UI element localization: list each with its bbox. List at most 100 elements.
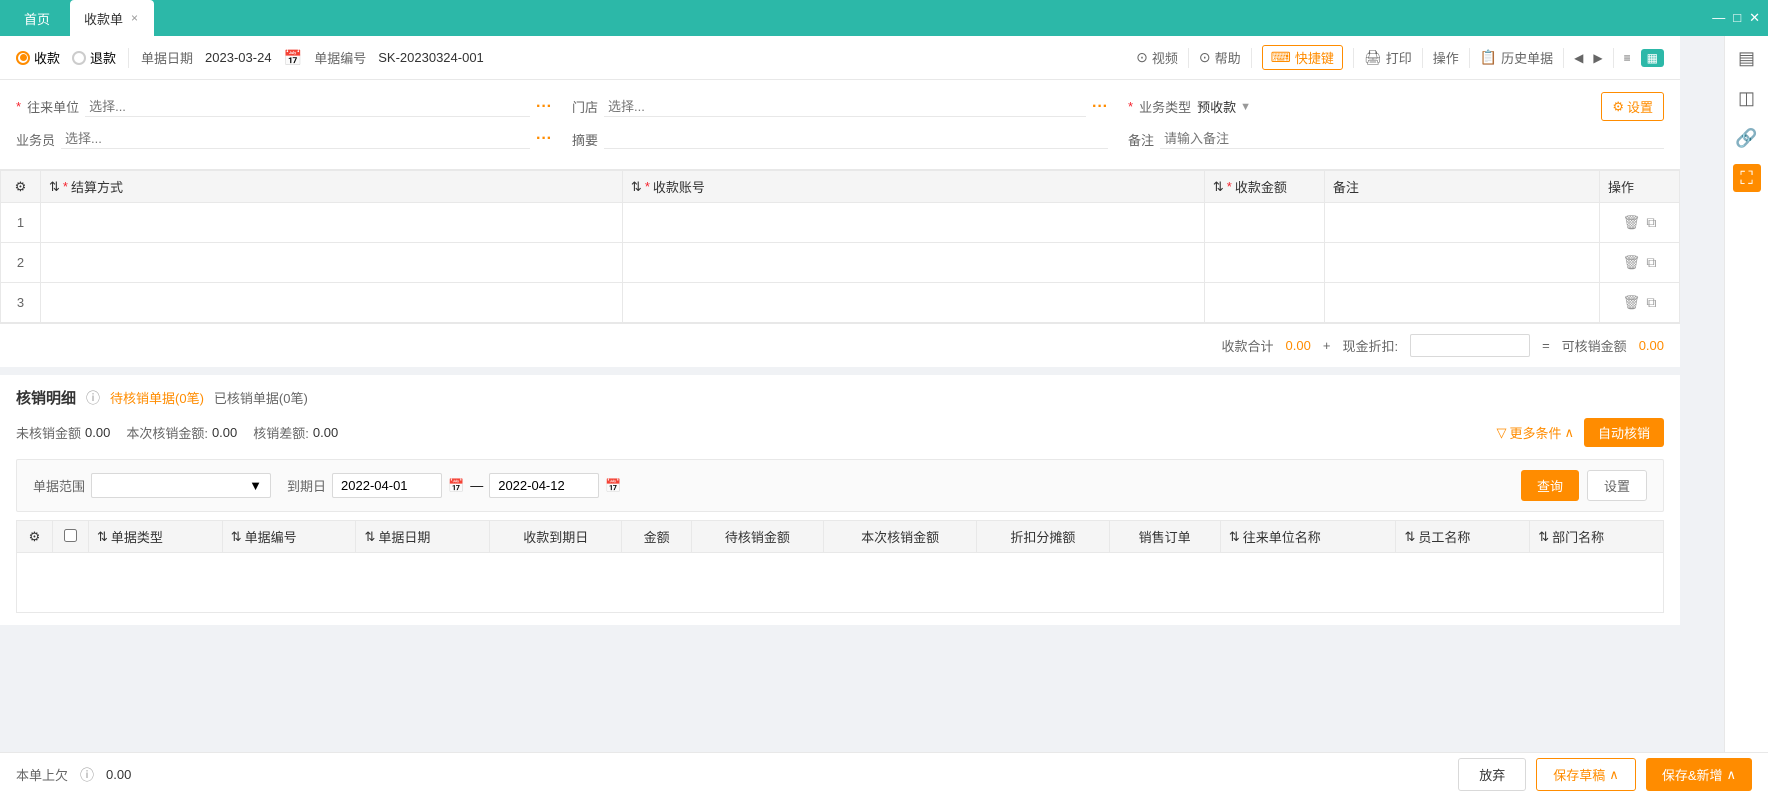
sidebar-table-icon[interactable]: ▤ xyxy=(1733,44,1761,72)
table-row: 2 🗑 ⧉ xyxy=(1,243,1680,283)
tab-close[interactable]: × xyxy=(129,9,140,27)
row-remark-1[interactable] xyxy=(1324,203,1599,243)
row-amount-2[interactable] xyxy=(1204,243,1324,283)
layout1-btn[interactable]: ≡ xyxy=(1624,51,1631,65)
select-all-checkbox[interactable] xyxy=(64,529,77,542)
help-btn[interactable]: ⊙ 帮助 xyxy=(1199,48,1241,67)
delete-icon-1[interactable]: 🗑 xyxy=(1623,214,1641,231)
doc-date-value[interactable]: 2023-03-24 xyxy=(205,50,272,65)
section-header: 核销明细 ⓘ 待核销单据(0笔) 已核销单据(0笔) xyxy=(16,387,1664,408)
bt-col-checkbox[interactable] xyxy=(53,521,89,553)
row-amount-1[interactable] xyxy=(1204,203,1324,243)
bt-col-staff-sort[interactable]: ⇅ xyxy=(1404,529,1415,545)
nav-next-btn[interactable]: ▶ xyxy=(1593,51,1602,65)
bt-col-partner-sort[interactable]: ⇅ xyxy=(1229,529,1240,545)
row-settle-2[interactable] xyxy=(41,243,623,283)
row-amount-3[interactable] xyxy=(1204,283,1324,323)
col-settle-sort[interactable]: ⇅ xyxy=(49,179,60,195)
delete-icon-2[interactable]: 🗑 xyxy=(1623,254,1641,271)
bt-col-settings[interactable]: ⚙ xyxy=(17,521,53,553)
date-separator: — xyxy=(470,478,483,493)
bt-col-pending: 待核销金额 xyxy=(691,521,823,553)
staff-input[interactable] xyxy=(61,129,530,149)
pending-tab[interactable]: 待核销单据(0笔) xyxy=(110,388,204,407)
row-account-3[interactable] xyxy=(622,283,1204,323)
sidebar-link-icon[interactable]: 🔗 xyxy=(1733,124,1761,152)
history-btn[interactable]: 📋 历史单据 xyxy=(1480,48,1553,67)
sidebar-expand-icon[interactable]: ⛶ xyxy=(1733,164,1761,192)
divider-8 xyxy=(1613,48,1614,68)
query-button[interactable]: 查询 xyxy=(1521,470,1579,501)
sidebar-doc-icon[interactable]: ◫ xyxy=(1733,84,1761,112)
tab-home[interactable]: 首页 xyxy=(8,0,66,36)
operation-btn[interactable]: 操作 xyxy=(1433,48,1459,67)
due-label: 到期日 xyxy=(287,476,326,495)
row-account-1[interactable] xyxy=(622,203,1204,243)
col-settings[interactable]: ⚙ xyxy=(1,171,41,203)
summary-input[interactable] xyxy=(604,129,1108,149)
status-info-icon[interactable]: ⓘ xyxy=(80,765,94,785)
table-area: ⚙ ⇅ * 结算方式 ⇅ * 收款账号 xyxy=(0,170,1680,323)
row-remark-2[interactable] xyxy=(1324,243,1599,283)
cal-icon-end[interactable]: 📅 xyxy=(605,478,621,494)
done-tab[interactable]: 已核销单据(0笔) xyxy=(214,388,308,407)
biz-type-select[interactable]: 预收款 ▼ xyxy=(1197,97,1595,116)
partner-ellipsis[interactable]: ··· xyxy=(536,98,552,116)
copy-icon-2[interactable]: ⧉ xyxy=(1646,254,1656,271)
more-conditions-label: 更多条件 xyxy=(1509,423,1561,442)
copy-icon-1[interactable]: ⧉ xyxy=(1646,214,1656,231)
bt-col-current: 本次核销金额 xyxy=(824,521,977,553)
toolbar: 收款 退款 单据日期 2023-03-24 📅 单据编号 SK-20230324… xyxy=(0,36,1680,80)
radio-receipt-label: 收款 xyxy=(34,48,60,67)
biz-type-field: * 业务类型 预收款 ▼ ⚙ 设置 xyxy=(1128,92,1664,121)
row-remark-3[interactable] xyxy=(1324,283,1599,323)
auto-reconcile-btn[interactable]: 自动核销 xyxy=(1584,418,1664,447)
tab-bar: 首页 收款单 × — □ ✕ xyxy=(0,0,1768,36)
settings-button[interactable]: ⚙ 设置 xyxy=(1601,92,1664,121)
shop-ellipsis[interactable]: ··· xyxy=(1092,98,1108,116)
row-account-2[interactable] xyxy=(622,243,1204,283)
range-select[interactable]: ▼ xyxy=(91,473,271,498)
row-settle-1[interactable] xyxy=(41,203,623,243)
nav-prev-btn[interactable]: ◀ xyxy=(1574,51,1583,65)
radio-receipt[interactable]: 收款 xyxy=(16,48,60,67)
col-amount-sort[interactable]: ⇅ xyxy=(1213,179,1224,195)
partner-input[interactable] xyxy=(85,97,530,117)
bt-col-type-sort[interactable]: ⇅ xyxy=(97,529,108,545)
form-row-2: 业务员 ··· 摘要 备注 xyxy=(16,129,1664,149)
copy-icon-3[interactable]: ⧉ xyxy=(1646,294,1656,311)
maximize-icon[interactable]: □ xyxy=(1733,10,1741,26)
save-draft-button[interactable]: 保存草稿 ∧ xyxy=(1536,758,1636,791)
stats-row: 未核销金额 0.00 本次核销金额: 0.00 核销差额: 0.00 ▽ 更多条… xyxy=(16,418,1664,447)
bt-col-no-sort[interactable]: ⇅ xyxy=(231,529,242,545)
abandon-button[interactable]: 放弃 xyxy=(1458,758,1526,791)
video-icon: ⊙ xyxy=(1136,49,1148,66)
col-account-sort[interactable]: ⇅ xyxy=(631,179,642,195)
discount-input[interactable] xyxy=(1410,334,1530,357)
settings-button-2[interactable]: 设置 xyxy=(1587,470,1647,501)
print-btn[interactable]: 🖨 打印 xyxy=(1364,48,1412,67)
date-start-input[interactable] xyxy=(332,473,442,498)
shortcut-btn[interactable]: ⌨ 快捷键 xyxy=(1262,45,1343,70)
staff-ellipsis[interactable]: ··· xyxy=(536,130,552,148)
save-new-button[interactable]: 保存&新增 ∧ xyxy=(1646,758,1752,791)
remark-input[interactable] xyxy=(1160,129,1664,149)
info-icon[interactable]: ⓘ xyxy=(86,388,100,408)
delete-icon-3[interactable]: 🗑 xyxy=(1623,294,1641,311)
minimize-icon[interactable]: — xyxy=(1712,10,1725,26)
more-conditions-btn[interactable]: ▽ 更多条件 ∧ xyxy=(1496,423,1574,442)
row-actions-1: 🗑 ⧉ xyxy=(1600,203,1680,243)
bt-col-date-sort[interactable]: ⇅ xyxy=(364,529,375,545)
video-btn[interactable]: ⊙ 视频 xyxy=(1136,48,1178,67)
tab-active[interactable]: 收款单 × xyxy=(70,0,154,36)
calendar-icon[interactable]: 📅 xyxy=(284,49,303,67)
bt-col-dept-sort[interactable]: ⇅ xyxy=(1538,529,1549,545)
shop-input[interactable] xyxy=(604,97,1086,117)
radio-refund[interactable]: 退款 xyxy=(72,48,116,67)
cal-icon-start[interactable]: 📅 xyxy=(448,478,464,494)
date-end-input[interactable] xyxy=(489,473,599,498)
close-icon[interactable]: ✕ xyxy=(1749,10,1760,26)
section-title: 核销明细 xyxy=(16,387,76,408)
layout2-btn[interactable]: ▦ xyxy=(1641,49,1664,67)
row-settle-3[interactable] xyxy=(41,283,623,323)
